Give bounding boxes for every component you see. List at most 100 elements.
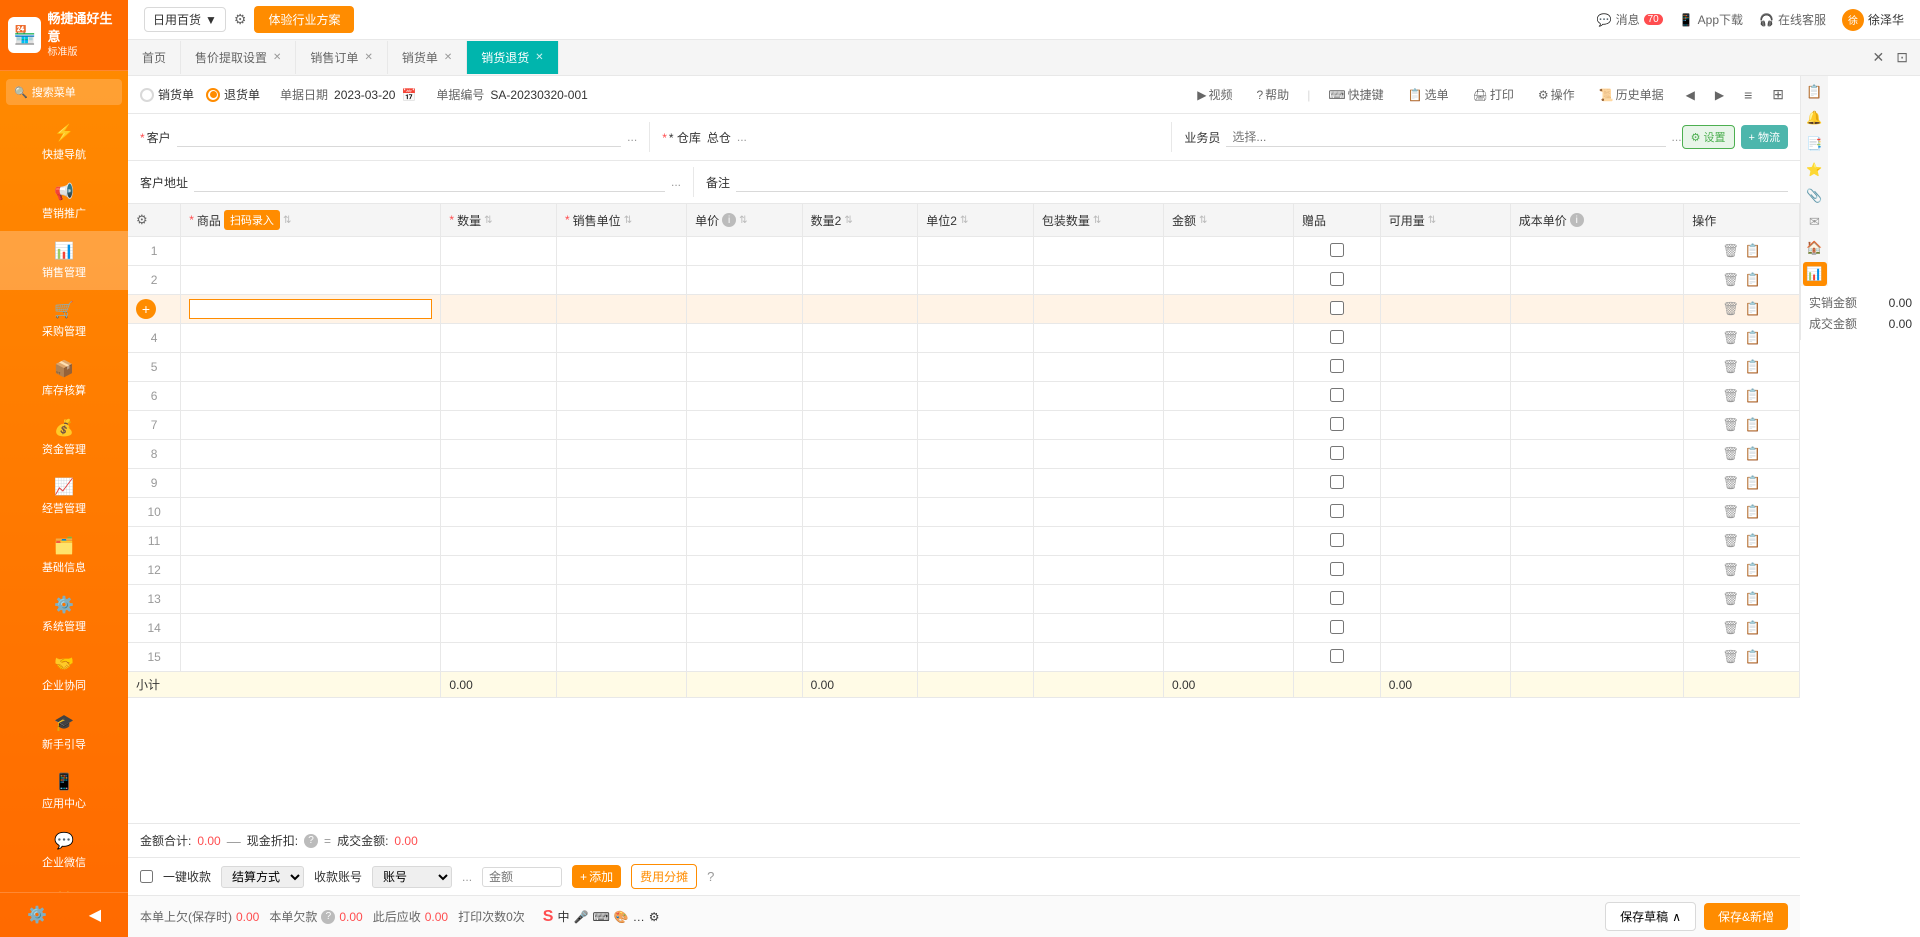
address-dots[interactable]: ... [671, 175, 681, 189]
gift-checkbox[interactable] [1330, 243, 1344, 257]
sale-unit-cell[interactable] [557, 643, 687, 672]
gift-cell[interactable] [1294, 411, 1381, 440]
footer-dots[interactable]: ... [462, 870, 472, 884]
row-delete-button[interactable]: 🗑 [1719, 270, 1742, 290]
unit-price-cell[interactable] [687, 527, 803, 556]
view-grid-btn[interactable]: ⊞ [1768, 84, 1788, 105]
row-copy-button[interactable]: 📋 [1742, 270, 1764, 290]
unit2-cell[interactable] [918, 411, 1034, 440]
right-icon-3[interactable]: 📑 [1803, 132, 1827, 156]
product-cell[interactable] [181, 237, 441, 266]
gift-cell[interactable] [1294, 585, 1381, 614]
sale-unit-cell[interactable] [557, 440, 687, 469]
customer-input[interactable] [177, 128, 621, 147]
qty-cell[interactable] [441, 411, 557, 440]
credit-circle[interactable]: ? [321, 910, 335, 924]
unit2-cell[interactable] [918, 643, 1034, 672]
amount-cell[interactable] [1163, 382, 1293, 411]
staff-dots[interactable]: ... [1672, 130, 1682, 144]
gift-checkbox[interactable] [1330, 562, 1344, 576]
tab-sale-order-close[interactable]: ✕ [364, 52, 372, 63]
keyboard-icon[interactable]: ⌨ [592, 910, 609, 924]
row-copy-button[interactable]: 📋 [1742, 560, 1764, 580]
sidebar-item-finance[interactable]: 💰 资金管理 [0, 408, 128, 467]
video-btn[interactable]: ▶ 视频 [1191, 84, 1238, 105]
unit-price-cell[interactable] [687, 440, 803, 469]
user-info[interactable]: 徐 徐泽华 [1842, 9, 1904, 31]
unit2-cell[interactable] [918, 324, 1034, 353]
available-cell[interactable] [1380, 353, 1510, 382]
cost-unit-cell[interactable] [1510, 382, 1683, 411]
qty2-cell[interactable] [802, 295, 918, 324]
sidebar-collapse-button[interactable]: ◀ [85, 901, 105, 929]
qty-cell[interactable] [441, 469, 557, 498]
tab-home[interactable]: 首页 [128, 41, 181, 74]
right-icon-5[interactable]: 📎 [1803, 184, 1827, 208]
row-delete-button[interactable]: 🗑 [1719, 299, 1742, 319]
amount-cell[interactable] [1163, 614, 1293, 643]
tab-sale-return[interactable]: 销货退货 ✕ [467, 41, 558, 74]
nav-next-btn[interactable]: ▶ [1711, 86, 1728, 104]
qty-cell[interactable] [441, 353, 557, 382]
row-copy-button[interactable]: 📋 [1742, 328, 1764, 348]
unit-price-cell[interactable] [687, 585, 803, 614]
category-dropdown[interactable]: 日用百货 ▼ [144, 7, 226, 32]
radio-sale-goods[interactable]: 销货单 [140, 86, 194, 103]
product-cell[interactable] [181, 324, 441, 353]
unit-price-cell[interactable] [687, 498, 803, 527]
row-delete-button[interactable]: 🗑 [1719, 618, 1742, 638]
gift-cell[interactable] [1294, 237, 1381, 266]
cost-unit-cell[interactable] [1510, 295, 1683, 324]
row-delete-button[interactable]: 🗑 [1719, 357, 1742, 377]
available-cell[interactable] [1380, 556, 1510, 585]
qty2-cell[interactable] [802, 237, 918, 266]
right-icon-7[interactable]: 🏠 [1803, 236, 1827, 260]
gift-checkbox[interactable] [1330, 475, 1344, 489]
available-cell[interactable] [1380, 585, 1510, 614]
sidebar-item-apps[interactable]: 📱 应用中心 [0, 762, 128, 821]
row-delete-button[interactable]: 🗑 [1719, 241, 1742, 261]
sale-unit-cell[interactable] [557, 585, 687, 614]
save-draft-button[interactable]: 保存草稿 ∧ [1605, 902, 1696, 931]
amount-cell[interactable] [1163, 266, 1293, 295]
qty-cell[interactable] [441, 527, 557, 556]
unit2-cell[interactable] [918, 585, 1034, 614]
mic-icon[interactable]: 🎤 [573, 910, 588, 924]
discount-info-icon[interactable]: ? [304, 834, 318, 848]
available-cell[interactable] [1380, 382, 1510, 411]
pack-qty-sort-icon[interactable]: ⇅ [1093, 215, 1101, 226]
unit2-cell[interactable] [918, 237, 1034, 266]
add-row-button[interactable]: + [136, 299, 156, 319]
row-copy-button[interactable]: 📋 [1742, 531, 1764, 551]
amount-cell[interactable] [1163, 556, 1293, 585]
available-cell[interactable] [1380, 527, 1510, 556]
pack-qty-cell[interactable] [1033, 382, 1163, 411]
row-delete-button[interactable]: 🗑 [1719, 647, 1742, 667]
unit2-cell[interactable] [918, 353, 1034, 382]
product-cell[interactable] [181, 556, 441, 585]
pack-qty-cell[interactable] [1033, 585, 1163, 614]
product-cell[interactable] [181, 585, 441, 614]
cost-unit-cell[interactable] [1510, 614, 1683, 643]
sidebar-item-newbie[interactable]: 🎓 新手引导 [0, 703, 128, 762]
sidebar-item-operations[interactable]: 📈 经营管理 [0, 467, 128, 526]
sidebar-settings-button[interactable]: ⚙️ [23, 901, 51, 929]
row-copy-button[interactable]: 📋 [1742, 241, 1764, 261]
amount-sort-icon[interactable]: ⇅ [1199, 215, 1207, 226]
pack-qty-cell[interactable] [1033, 469, 1163, 498]
cost-unit-cell[interactable] [1510, 324, 1683, 353]
pack-qty-cell[interactable] [1033, 353, 1163, 382]
experience-button[interactable]: 体验行业方案 [254, 6, 354, 33]
sidebar-item-marketing[interactable]: 📢 营销推广 [0, 172, 128, 231]
amount-cell[interactable] [1163, 440, 1293, 469]
sale-unit-cell[interactable] [557, 382, 687, 411]
sidebar-item-member[interactable]: 👑 畅会员 [0, 880, 128, 892]
product-cell[interactable] [181, 353, 441, 382]
qty-sort-icon[interactable]: ⇅ [484, 215, 492, 226]
cost-unit-cell[interactable] [1510, 498, 1683, 527]
sale-unit-cell[interactable] [557, 498, 687, 527]
amount-cell[interactable] [1163, 295, 1293, 324]
available-cell[interactable] [1380, 411, 1510, 440]
qty2-cell[interactable] [802, 266, 918, 295]
gift-checkbox[interactable] [1330, 388, 1344, 402]
